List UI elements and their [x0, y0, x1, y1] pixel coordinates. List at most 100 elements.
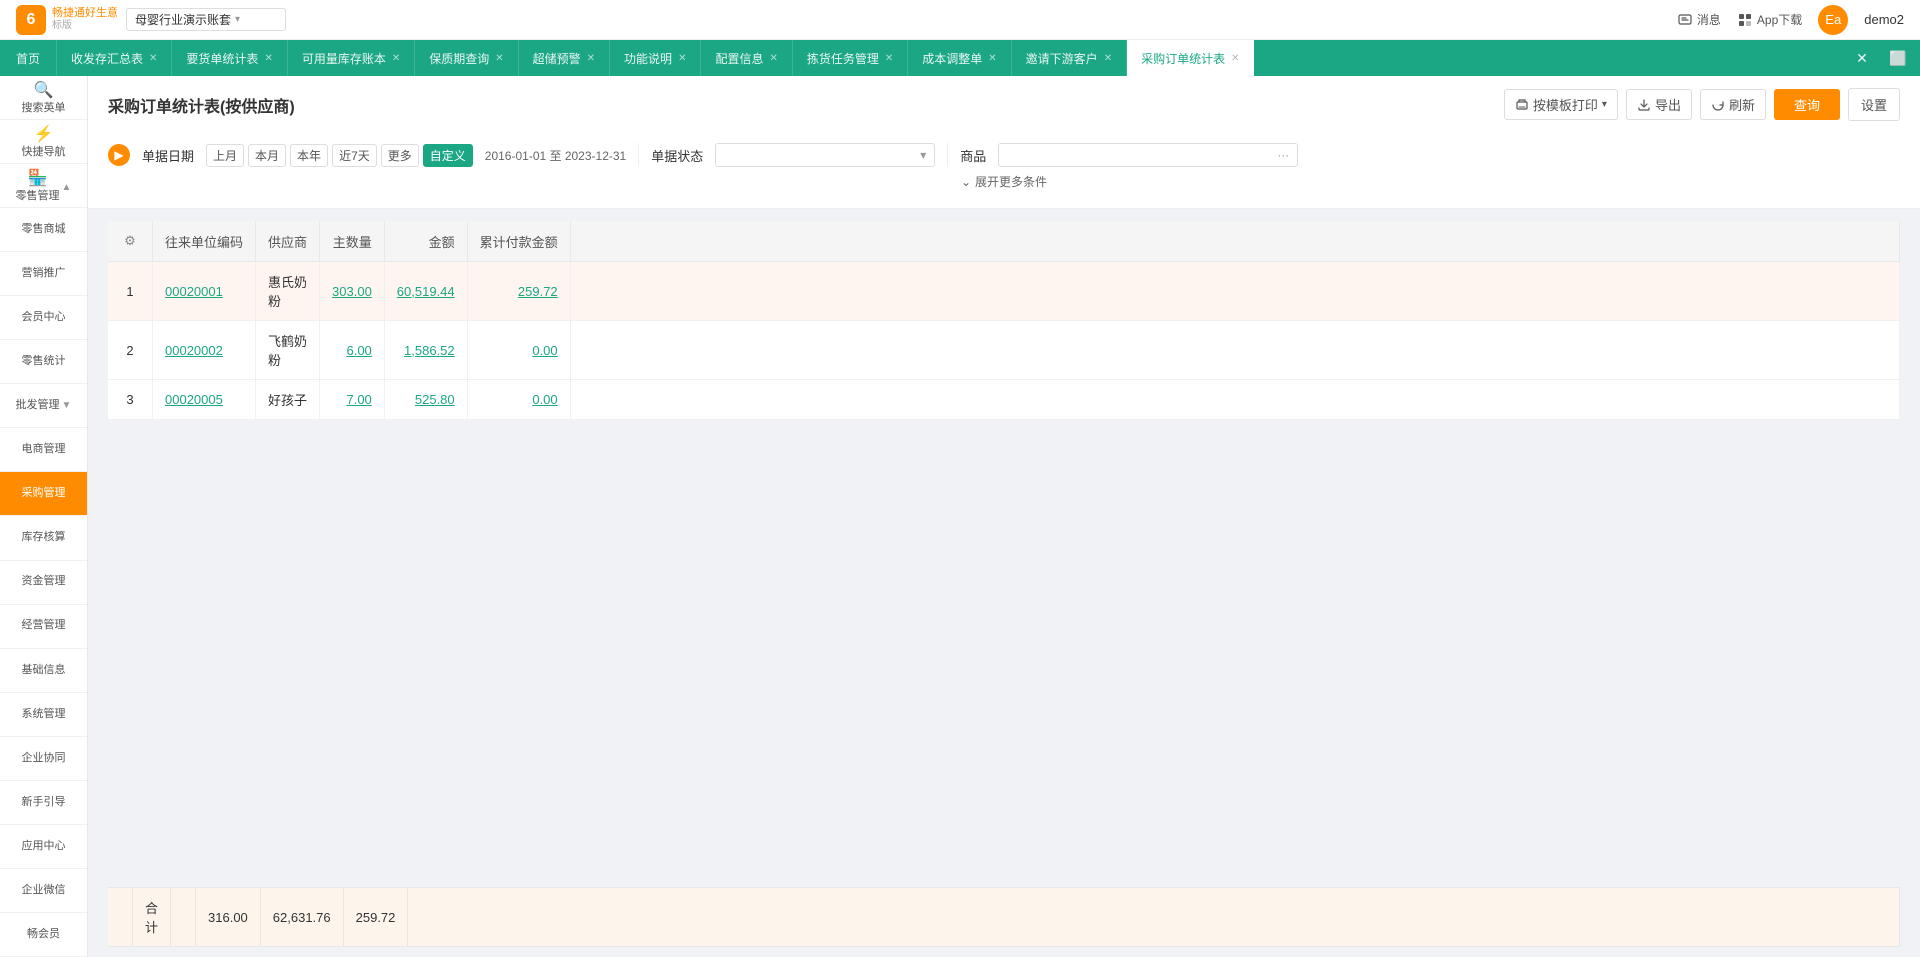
- tab-close-icon[interactable]: ✕: [1231, 53, 1239, 64]
- sidebar-item-appcenter[interactable]: 应用中心: [0, 825, 87, 869]
- tab-shoufacun[interactable]: 收发存汇总表 ✕: [57, 40, 172, 76]
- date-btn-7days[interactable]: 近7天: [332, 144, 377, 167]
- tab-gongneng[interactable]: 功能说明 ✕: [610, 40, 701, 76]
- sidebar-item-inventory[interactable]: 库存核算: [0, 516, 87, 560]
- page-header: 采购订单统计表(按供应商) 按模板打印 ▾ 导出 刷新: [88, 76, 1920, 131]
- filter-toggle-button[interactable]: ▶: [108, 144, 130, 166]
- tab-caigou-active[interactable]: 采购订单统计表 ✕: [1127, 40, 1254, 76]
- workspace-chevron-icon: ▾: [235, 14, 240, 25]
- sidebar-item-member[interactable]: 会员中心: [0, 296, 87, 340]
- cell-paid: 0.00: [467, 380, 570, 420]
- template-print-button[interactable]: 按模板打印 ▾: [1504, 89, 1618, 120]
- user-avatar[interactable]: Ea: [1818, 5, 1848, 35]
- amount-link[interactable]: 60,519.44: [397, 284, 455, 299]
- sidebar-item-retail-stats[interactable]: 零售统计: [0, 340, 87, 384]
- date-btn-this-month[interactable]: 本月: [248, 144, 286, 167]
- tab-chengben[interactable]: 成本调整单 ✕: [908, 40, 1011, 76]
- cell-no: 2: [108, 321, 153, 380]
- code-link[interactable]: 00020002: [165, 343, 223, 358]
- sidebar-item-ecommerce[interactable]: 电商管理: [0, 428, 87, 472]
- page-content: 采购订单统计表(按供应商) 按模板打印 ▾ 导出 刷新: [88, 76, 1920, 957]
- cell-code: 00020005: [153, 380, 256, 420]
- workspace-selector[interactable]: 母婴行业演示账套 ▾: [126, 8, 286, 31]
- tab-close-icon[interactable]: ✕: [587, 53, 595, 64]
- tab-keyongliang[interactable]: 可用量库存账本 ✕: [288, 40, 415, 76]
- tab-yaohuo[interactable]: 要货单统计表 ✕: [172, 40, 287, 76]
- tab-close-icon[interactable]: ✕: [885, 53, 893, 64]
- sidebar-item-marketing[interactable]: 营销推广: [0, 252, 87, 296]
- amount-link[interactable]: 1,586.52: [404, 343, 455, 358]
- date-btn-custom[interactable]: 自定义: [423, 144, 473, 167]
- code-link[interactable]: 00020001: [165, 284, 223, 299]
- table-row: 1 00020001 惠氏奶粉 303.00 60,519.44: [108, 262, 1900, 321]
- cell-paid: 0.00: [467, 321, 570, 380]
- table-body: 1 00020001 惠氏奶粉 303.00 60,519.44: [108, 262, 1900, 420]
- query-button[interactable]: 查询: [1774, 89, 1840, 120]
- search-icon: 🔍: [34, 80, 54, 100]
- tab-maximize-button[interactable]: ⬜: [1884, 44, 1912, 72]
- tab-chaochu[interactable]: 超储预警 ✕: [519, 40, 610, 76]
- page-actions: 按模板打印 ▾ 导出 刷新 查询 设置: [1504, 88, 1900, 121]
- date-btn-last-month[interactable]: 上月: [206, 144, 244, 167]
- paid-link[interactable]: 0.00: [532, 392, 557, 407]
- status-select[interactable]: ▾: [715, 143, 935, 167]
- export-button[interactable]: 导出: [1626, 89, 1692, 120]
- tab-close-icon[interactable]: ✕: [392, 53, 400, 64]
- sidebar-item-enterprise[interactable]: 企业协同: [0, 737, 87, 781]
- tab-close-icon[interactable]: ✕: [769, 53, 777, 64]
- sidebar-item-operations[interactable]: 经营管理: [0, 605, 87, 649]
- sidebar-item-retail-mall[interactable]: 零售商城: [0, 208, 87, 252]
- tab-close-icon[interactable]: ✕: [678, 53, 686, 64]
- tab-close-icon[interactable]: ✕: [1104, 53, 1112, 64]
- cell-amount: 525.80: [384, 380, 467, 420]
- cell-supplier: 好孩子: [256, 380, 320, 420]
- paid-link[interactable]: 0.00: [532, 343, 557, 358]
- qty-link[interactable]: 6.00: [346, 343, 371, 358]
- tab-close-icon[interactable]: ✕: [264, 53, 272, 64]
- summary-empty-supplier: [171, 888, 196, 947]
- app-download-button[interactable]: App下载: [1737, 11, 1802, 28]
- paid-link[interactable]: 259.72: [518, 284, 558, 299]
- top-bar-left: 6 畅捷通好生意 标版 母婴行业演示账套 ▾: [16, 5, 286, 35]
- cell-supplier: 飞鹤奶粉: [256, 321, 320, 380]
- sidebar-item-basic[interactable]: 基础信息: [0, 649, 87, 693]
- settings-button[interactable]: 设置: [1848, 88, 1900, 121]
- code-link[interactable]: 00020005: [165, 392, 223, 407]
- date-filter-label: 单据日期: [142, 146, 194, 165]
- sidebar-item-system[interactable]: 系统管理: [0, 693, 87, 737]
- tab-baozhi[interactable]: 保质期查询 ✕: [415, 40, 518, 76]
- sidebar-item-retail[interactable]: 🏪 零售管理 ▲: [0, 164, 87, 208]
- table-summary-area: 合计 316.00 62,631.76 259.72: [108, 887, 1900, 947]
- sidebar-item-wholesale[interactable]: 批发管理 ▼: [0, 384, 87, 428]
- filter-row-1: ▶ 单据日期 上月 本月 本年 近7天 更多 自定义 2016-01-01 至 …: [108, 143, 1900, 167]
- sidebar-item-shortcut[interactable]: ⚡ 快捷导航: [0, 120, 87, 164]
- amount-link[interactable]: 525.80: [415, 392, 455, 407]
- tab-home[interactable]: 首页: [0, 40, 57, 76]
- wholesale-expand-icon: ▼: [62, 400, 72, 411]
- sidebar-item-vip[interactable]: 畅会员: [0, 913, 87, 957]
- summary-extra: [408, 888, 1900, 947]
- sidebar-item-purchase[interactable]: 采购管理: [0, 472, 87, 516]
- user-name[interactable]: demo2: [1864, 12, 1904, 27]
- tab-close-icon[interactable]: ✕: [149, 53, 157, 64]
- qty-link[interactable]: 7.00: [346, 392, 371, 407]
- goods-input[interactable]: ···: [998, 143, 1298, 167]
- date-btn-this-year[interactable]: 本年: [290, 144, 328, 167]
- tab-yaoqing[interactable]: 邀请下游客户 ✕: [1012, 40, 1127, 76]
- column-settings-icon[interactable]: ⚙: [120, 231, 140, 251]
- sidebar-item-wechat[interactable]: 企业微信: [0, 869, 87, 913]
- sidebar-item-newguide[interactable]: 新手引导: [0, 781, 87, 825]
- qty-link[interactable]: 303.00: [332, 284, 372, 299]
- message-button[interactable]: 消息: [1677, 11, 1721, 28]
- tab-close-icon[interactable]: ✕: [988, 53, 996, 64]
- sidebar-item-search[interactable]: 🔍 搜索英单: [0, 76, 87, 120]
- tab-jianhuo[interactable]: 拣货任务管理 ✕: [793, 40, 908, 76]
- date-btn-more[interactable]: 更多: [381, 144, 419, 167]
- expand-more-button[interactable]: ⌄ 展开更多条件: [961, 173, 1047, 190]
- sidebar-item-finance[interactable]: 资金管理: [0, 561, 87, 605]
- col-qty: 主数量: [320, 221, 385, 262]
- refresh-button[interactable]: 刷新: [1700, 89, 1766, 120]
- tab-close-all-button[interactable]: ✕: [1848, 44, 1876, 72]
- tab-peizhi[interactable]: 配置信息 ✕: [701, 40, 792, 76]
- tab-close-icon[interactable]: ✕: [495, 53, 503, 64]
